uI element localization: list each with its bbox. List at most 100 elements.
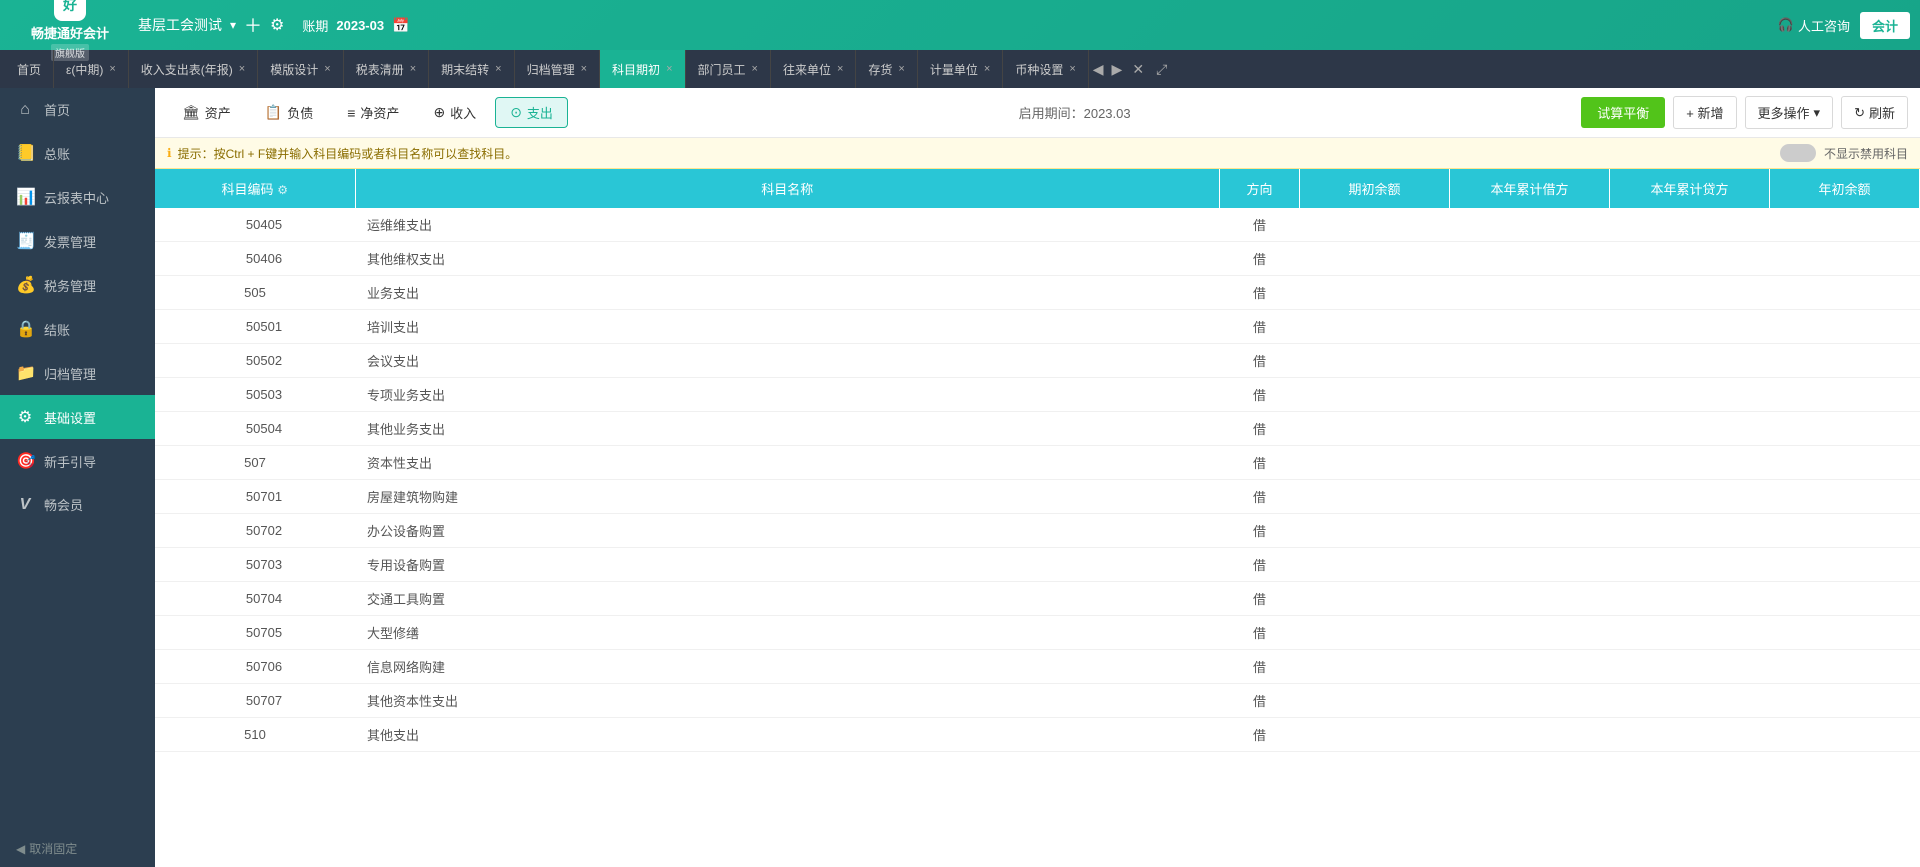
cell-balance xyxy=(1300,446,1450,480)
calendar-icon[interactable]: 📅 xyxy=(392,17,409,34)
cell-code: 50706 xyxy=(155,650,355,684)
sub-tab-expenditure[interactable]: ⊙ 支出 xyxy=(495,97,568,128)
tab-close-icon[interactable]: × xyxy=(581,63,587,75)
tab-currency[interactable]: 币种设置 × xyxy=(1003,50,1088,88)
cell-balance xyxy=(1300,208,1450,242)
table-row: 50701 房屋建筑物购建 借 xyxy=(155,480,1920,514)
sidebar-item-tax[interactable]: 💰 税务管理 xyxy=(0,263,155,307)
sub-tab-net-assets[interactable]: ≡ 净资产 xyxy=(332,97,414,128)
tab-prev-icon[interactable]: ◀ xyxy=(1089,61,1108,78)
tab-counterpart[interactable]: 往来单位 × xyxy=(771,50,856,88)
cell-credit xyxy=(1610,650,1770,684)
add-button[interactable]: + 新增 xyxy=(1673,96,1736,129)
collapse-icon: ◀ xyxy=(16,842,25,856)
cell-direction: 借 xyxy=(1220,480,1300,514)
tab-archive[interactable]: 归档管理 × xyxy=(515,50,600,88)
headset-icon: 🎧 xyxy=(1778,17,1794,33)
more-button[interactable]: 更多操作 ▾ xyxy=(1745,96,1834,129)
tab-close-icon[interactable]: × xyxy=(495,63,501,75)
tab-tax[interactable]: 税表清册 × xyxy=(344,50,429,88)
tab-inventory[interactable]: 存货 × xyxy=(856,50,917,88)
tab-label: 部门员工 xyxy=(698,61,746,78)
tab-close-icon[interactable]: × xyxy=(752,63,758,75)
archive-icon: 📁 xyxy=(16,363,34,383)
tab-label: 科目期初 xyxy=(612,61,660,78)
period-info: 启用期间：2023.03 xyxy=(1019,103,1131,122)
tab-expand-icon[interactable]: ⤢ xyxy=(1150,61,1173,78)
cell-year-balance xyxy=(1770,208,1920,242)
sub-tab-label: 资产 xyxy=(205,103,231,122)
add-company-icon[interactable]: ＋ xyxy=(244,12,262,38)
cell-direction: 借 xyxy=(1220,650,1300,684)
cell-debit xyxy=(1450,378,1610,412)
cell-year-balance xyxy=(1770,684,1920,718)
sidebar-item-invoice[interactable]: 🧾 发票管理 xyxy=(0,219,155,263)
sub-tab-liabilities[interactable]: 📋 负债 xyxy=(250,97,328,128)
tip-bar: ℹ 提示：按Ctrl + F键并输入科目编码或者科目名称可以查找科目。 不显示禁… xyxy=(155,138,1920,169)
sidebar-collapse[interactable]: ◀ 取消固定 xyxy=(0,830,155,867)
refresh-button[interactable]: ↻ 刷新 xyxy=(1841,96,1908,129)
cell-credit xyxy=(1610,616,1770,650)
close-period-icon: 🔒 xyxy=(16,319,34,339)
tab-close-icon[interactable]: × xyxy=(837,63,843,75)
tab-close-all-icon[interactable]: ✕ xyxy=(1126,61,1150,78)
table-row: 50502 会议支出 借 xyxy=(155,344,1920,378)
tab-close-icon[interactable]: × xyxy=(324,63,330,75)
tab-income[interactable]: 收入支出表(年报) × xyxy=(129,50,258,88)
cell-balance xyxy=(1300,582,1450,616)
tab-close-icon[interactable]: × xyxy=(984,63,990,75)
sidebar-item-reports[interactable]: 📊 云报表中心 xyxy=(0,175,155,219)
cell-code: 50704 xyxy=(155,582,355,616)
sidebar-item-close[interactable]: 🔒 结账 xyxy=(0,307,155,351)
sidebar-item-guide[interactable]: 🎯 新手引导 xyxy=(0,439,155,483)
sidebar-item-archive[interactable]: 📁 归档管理 xyxy=(0,351,155,395)
tab-template[interactable]: 模版设计 × xyxy=(258,50,343,88)
cell-year-balance xyxy=(1770,616,1920,650)
support-button[interactable]: 🎧 人工咨询 xyxy=(1778,16,1850,35)
tab-period-end[interactable]: 期末结转 × xyxy=(429,50,514,88)
sidebar-item-home[interactable]: ⌂ 首页 xyxy=(0,88,155,131)
tab-close-icon[interactable]: × xyxy=(109,63,115,75)
sidebar-item-member[interactable]: V 畅会员 xyxy=(0,483,155,526)
cell-code: 50406 xyxy=(155,242,355,276)
settings-icon[interactable]: ⚙ xyxy=(270,15,284,35)
tab-unit[interactable]: 计量单位 × xyxy=(918,50,1003,88)
tab-close-icon[interactable]: × xyxy=(410,63,416,75)
tab-close-icon[interactable]: × xyxy=(239,63,245,75)
tab-next-icon[interactable]: ▶ xyxy=(1108,61,1127,78)
col-settings-icon[interactable]: ⚙ xyxy=(277,183,288,197)
sub-tab-label: 收入 xyxy=(450,103,476,122)
table-row: 50705 大型修缮 借 xyxy=(155,616,1920,650)
sidebar-item-settings[interactable]: ⚙ 基础设置 xyxy=(0,395,155,439)
table-row: 50504 其他业务支出 借 xyxy=(155,412,1920,446)
cell-direction: 借 xyxy=(1220,616,1300,650)
cell-balance xyxy=(1300,616,1450,650)
cell-code: 50705 xyxy=(155,616,355,650)
cell-debit xyxy=(1450,718,1610,752)
account-button[interactable]: 会计 xyxy=(1860,12,1910,39)
table-row: 50405 运维维支出 借 xyxy=(155,208,1920,242)
sub-tab-income[interactable]: ⊕ 收入 xyxy=(418,97,491,128)
cell-direction: 借 xyxy=(1220,344,1300,378)
cell-debit xyxy=(1450,310,1610,344)
header-right: 🎧 人工咨询 会计 xyxy=(1778,12,1910,39)
tab-close-icon[interactable]: × xyxy=(898,63,904,75)
sub-tab-assets[interactable]: 🏛 资产 xyxy=(167,97,246,128)
tab-close-icon[interactable]: × xyxy=(1069,63,1075,75)
balance-button[interactable]: 试算平衡 xyxy=(1581,97,1665,128)
tab-department[interactable]: 部门员工 × xyxy=(686,50,771,88)
tab-label: 首页 xyxy=(17,61,41,78)
tab-subjects-init[interactable]: 科目期初 × xyxy=(600,50,685,88)
tab-period[interactable]: ε(中期) × xyxy=(54,50,129,88)
sidebar-item-ledger[interactable]: 📒 总账 xyxy=(0,131,155,175)
period-value: 2023-03 xyxy=(336,18,384,33)
more-label: 更多操作 xyxy=(1758,103,1810,122)
cell-credit xyxy=(1610,412,1770,446)
hide-disabled-toggle[interactable] xyxy=(1780,144,1816,162)
tab-home[interactable]: 首页 xyxy=(5,50,54,88)
company-dropdown-icon[interactable]: ▾ xyxy=(230,18,236,32)
tab-close-icon[interactable]: × xyxy=(666,63,672,75)
cell-debit xyxy=(1450,514,1610,548)
cell-debit xyxy=(1450,344,1610,378)
cell-name: 运维维支出 xyxy=(355,208,1220,242)
